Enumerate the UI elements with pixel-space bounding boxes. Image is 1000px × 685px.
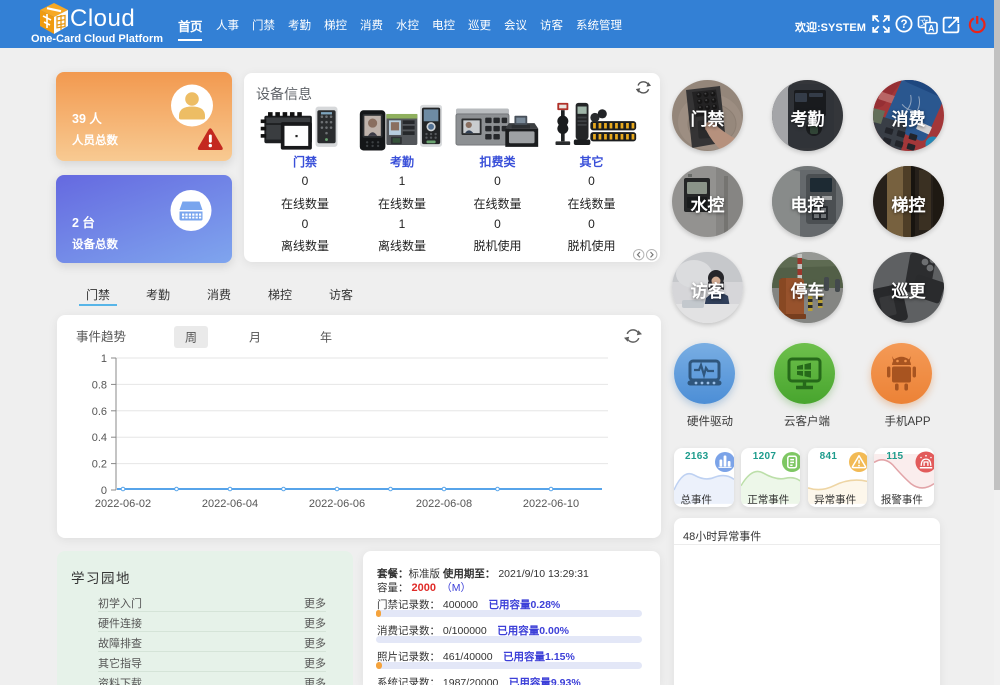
svg-text:0: 0 [101, 485, 107, 497]
svg-text:0.2: 0.2 [92, 459, 107, 471]
svg-text:1: 1 [101, 353, 107, 365]
svg-text:2022-06-02: 2022-06-02 [95, 498, 151, 510]
svg-text:2022-06-10: 2022-06-10 [523, 498, 579, 510]
svg-text:2022-06-04: 2022-06-04 [202, 498, 258, 510]
svg-text:周: 周 [185, 331, 197, 345]
svg-text:0.6: 0.6 [92, 406, 107, 418]
svg-text:?: ? [900, 19, 907, 31]
svg-text:0.8: 0.8 [92, 379, 107, 391]
svg-text:年: 年 [320, 331, 332, 345]
svg-text:0.4: 0.4 [92, 432, 107, 444]
svg-text:月: 月 [249, 331, 261, 345]
svg-text:2022-06-06: 2022-06-06 [309, 498, 365, 510]
svg-text:2022-06-08: 2022-06-08 [416, 498, 472, 510]
svg-text:A: A [928, 24, 935, 34]
svg-text:事件趋势: 事件趋势 [76, 329, 127, 344]
